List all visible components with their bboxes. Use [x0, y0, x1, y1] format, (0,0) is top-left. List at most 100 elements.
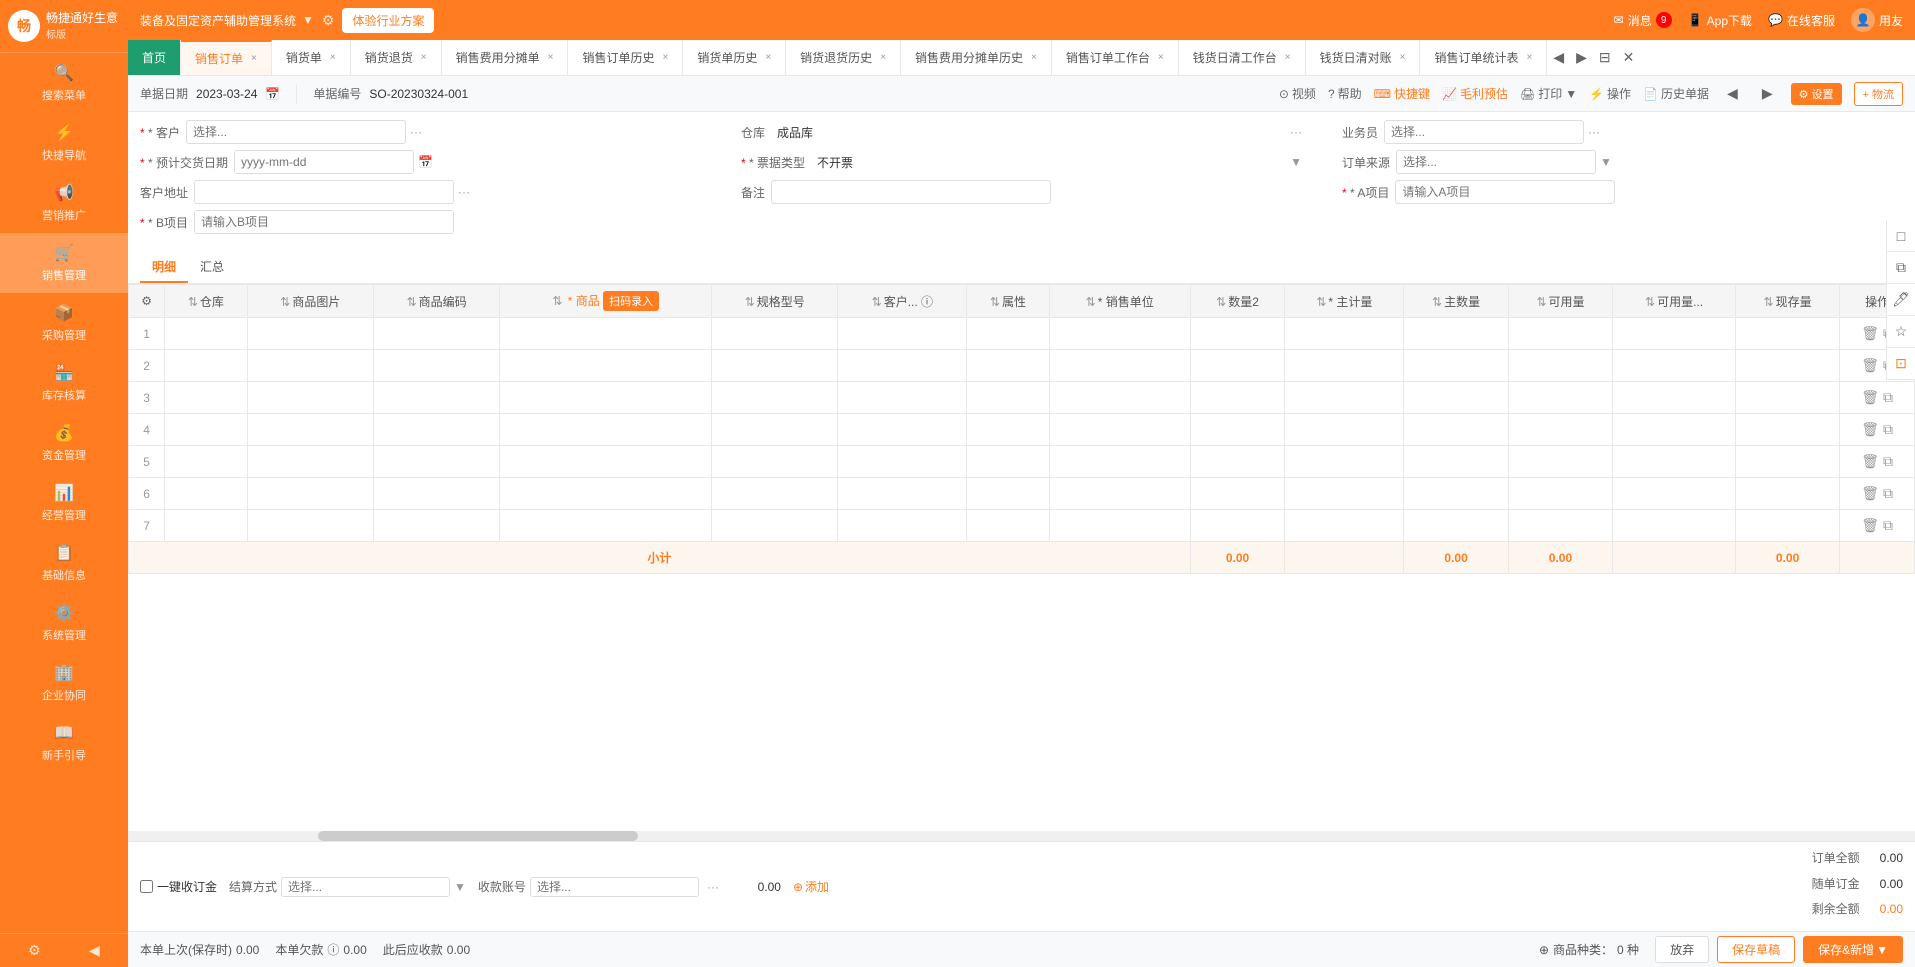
row-unit-5[interactable]: [1049, 446, 1190, 478]
row-code-4[interactable]: [373, 414, 499, 446]
address-more-icon[interactable]: ···: [458, 185, 470, 199]
system-dropdown-icon[interactable]: ▼: [302, 13, 314, 27]
sidebar-item-basic[interactable]: 📋 基础信息: [0, 533, 128, 593]
copy-row-icon[interactable]: ⧉: [1883, 389, 1893, 406]
row-unit-6[interactable]: [1049, 478, 1190, 510]
th-settings[interactable]: ⚙: [129, 285, 165, 318]
tab-close-icon[interactable]: ×: [421, 52, 427, 63]
user-item[interactable]: 👤 用友: [1851, 8, 1903, 32]
tab-sales-order[interactable]: 销售订单 ×: [181, 40, 272, 76]
row-code-1[interactable]: [373, 318, 499, 350]
settings-footer-icon[interactable]: ⚙: [28, 942, 41, 959]
tab-summary[interactable]: 汇总: [188, 252, 236, 283]
right-float-item-5[interactable]: ⊡: [1887, 348, 1915, 380]
tab-close-icon[interactable]: ×: [251, 53, 257, 64]
delete-row-icon[interactable]: 🗑: [1861, 485, 1879, 502]
row-product-3[interactable]: [500, 382, 712, 414]
row-qty2-1[interactable]: [1190, 318, 1285, 350]
tab-close-icon[interactable]: ×: [330, 52, 336, 63]
row-attribute-7[interactable]: [967, 510, 1049, 542]
row-attribute-1[interactable]: [967, 318, 1049, 350]
row-attribute-6[interactable]: [967, 478, 1049, 510]
row-spec-1[interactable]: [712, 318, 838, 350]
print-link[interactable]: 🖨 打印 ▼: [1520, 85, 1577, 102]
sidebar-item-enterprise[interactable]: 🏢 企业协同: [0, 653, 128, 713]
row-warehouse-7[interactable]: [165, 510, 247, 542]
sidebar-item-inventory[interactable]: 🏪 库存核算: [0, 353, 128, 413]
row-warehouse-3[interactable]: [165, 382, 247, 414]
app-download-item[interactable]: 📱 App下载: [1688, 12, 1752, 29]
tab-close-icon[interactable]: ×: [1158, 52, 1164, 63]
right-float-item-3[interactable]: 🖊: [1887, 284, 1915, 316]
tab-expense-split[interactable]: 销售费用分摊单 ×: [442, 40, 569, 76]
sidebar-item-finance[interactable]: 💰 资金管理: [0, 413, 128, 473]
row-qty2-2[interactable]: [1190, 350, 1285, 382]
tab-order-stats[interactable]: 销售订单统计表 ×: [1420, 40, 1547, 76]
right-float-item-4[interactable]: ☆: [1887, 316, 1915, 348]
tab-sales-return[interactable]: 销货单 ×: [272, 40, 351, 76]
row-attribute-2[interactable]: [967, 350, 1049, 382]
row-product-4[interactable]: [500, 414, 712, 446]
row-code-5[interactable]: [373, 446, 499, 478]
sidebar-item-sales[interactable]: 🛒 销售管理: [0, 233, 128, 293]
order-source-dropdown-icon[interactable]: ▼: [1600, 155, 1612, 169]
sidebar-item-operations[interactable]: 📊 经营管理: [0, 473, 128, 533]
row-product-1[interactable]: [500, 318, 712, 350]
order-source-input[interactable]: [1396, 150, 1596, 174]
shortcut-link[interactable]: ⌨ 快捷键: [1374, 85, 1430, 102]
right-float-item-2[interactable]: ⧉: [1887, 252, 1915, 284]
right-float-item-1[interactable]: □: [1887, 220, 1915, 252]
row-unit-7[interactable]: [1049, 510, 1190, 542]
row-main-unit-3[interactable]: [1285, 382, 1404, 414]
tab-close-icon[interactable]: ×: [1031, 52, 1037, 63]
row-customer-code-3[interactable]: [838, 382, 967, 414]
tab-order-history[interactable]: 销售订单历史 ×: [568, 40, 683, 76]
sidebar-item-purchase[interactable]: 📦 采购管理: [0, 293, 128, 353]
tab-next-icon[interactable]: ▶: [1570, 49, 1593, 66]
row-warehouse-1[interactable]: [165, 318, 247, 350]
operations-link[interactable]: ⚡ 操作: [1589, 85, 1631, 102]
row-warehouse-5[interactable]: [165, 446, 247, 478]
delete-row-icon[interactable]: 🗑: [1861, 325, 1879, 342]
help-link[interactable]: ? 帮助: [1328, 85, 1362, 102]
row-customer-code-7[interactable]: [838, 510, 967, 542]
row-customer-code-2[interactable]: [838, 350, 967, 382]
sidebar-item-marketing[interactable]: 📢 营销推广: [0, 173, 128, 233]
payment-method-input[interactable]: [281, 877, 450, 897]
row-customer-code-6[interactable]: [838, 478, 967, 510]
row-code-2[interactable]: [373, 350, 499, 382]
delete-row-icon[interactable]: 🗑: [1861, 453, 1879, 470]
row-spec-6[interactable]: [712, 478, 838, 510]
industry-btn[interactable]: 体验行业方案: [342, 8, 434, 33]
row-code-7[interactable]: [373, 510, 499, 542]
arrearage-help-icon[interactable]: ⓘ: [327, 941, 339, 958]
toolbar-prev-icon[interactable]: ◀: [1721, 85, 1744, 102]
row-main-unit-2[interactable]: [1285, 350, 1404, 382]
save-new-dropdown-icon[interactable]: ▼: [1876, 943, 1888, 957]
calendar-icon[interactable]: 📅: [265, 87, 280, 101]
collapse-sidebar-icon[interactable]: ◀: [89, 942, 100, 959]
row-warehouse-2[interactable]: [165, 350, 247, 382]
delete-row-icon[interactable]: 🗑: [1861, 389, 1879, 406]
row-code-3[interactable]: [373, 382, 499, 414]
sidebar-item-system[interactable]: ⚙️ 系统管理: [0, 593, 128, 653]
row-main-unit-1[interactable]: [1285, 318, 1404, 350]
tab-sales-refund[interactable]: 销货退货 ×: [351, 40, 442, 76]
delete-row-icon[interactable]: 🗑: [1861, 421, 1879, 438]
row-customer-code-4[interactable]: [838, 414, 967, 446]
add-btn[interactable]: ⊕ 添加: [793, 878, 829, 895]
tab-close-icon[interactable]: ×: [1285, 52, 1291, 63]
row-attribute-3[interactable]: [967, 382, 1049, 414]
bank-account-input[interactable]: [530, 877, 699, 897]
row-product-7[interactable]: [500, 510, 712, 542]
row-main-qty-7[interactable]: [1404, 510, 1508, 542]
tab-close-icon[interactable]: ×: [880, 52, 886, 63]
row-unit-2[interactable]: [1049, 350, 1190, 382]
copy-row-icon[interactable]: ⧉: [1883, 453, 1893, 470]
tab-close-all-icon[interactable]: ✕: [1617, 49, 1641, 66]
quick-checkout-label[interactable]: 一键收订金: [140, 878, 217, 895]
row-customer-code-1[interactable]: [838, 318, 967, 350]
customer-more-icon[interactable]: ···: [410, 125, 422, 139]
row-main-qty-3[interactable]: [1404, 382, 1508, 414]
delivery-calendar-icon[interactable]: 📅: [418, 155, 433, 169]
